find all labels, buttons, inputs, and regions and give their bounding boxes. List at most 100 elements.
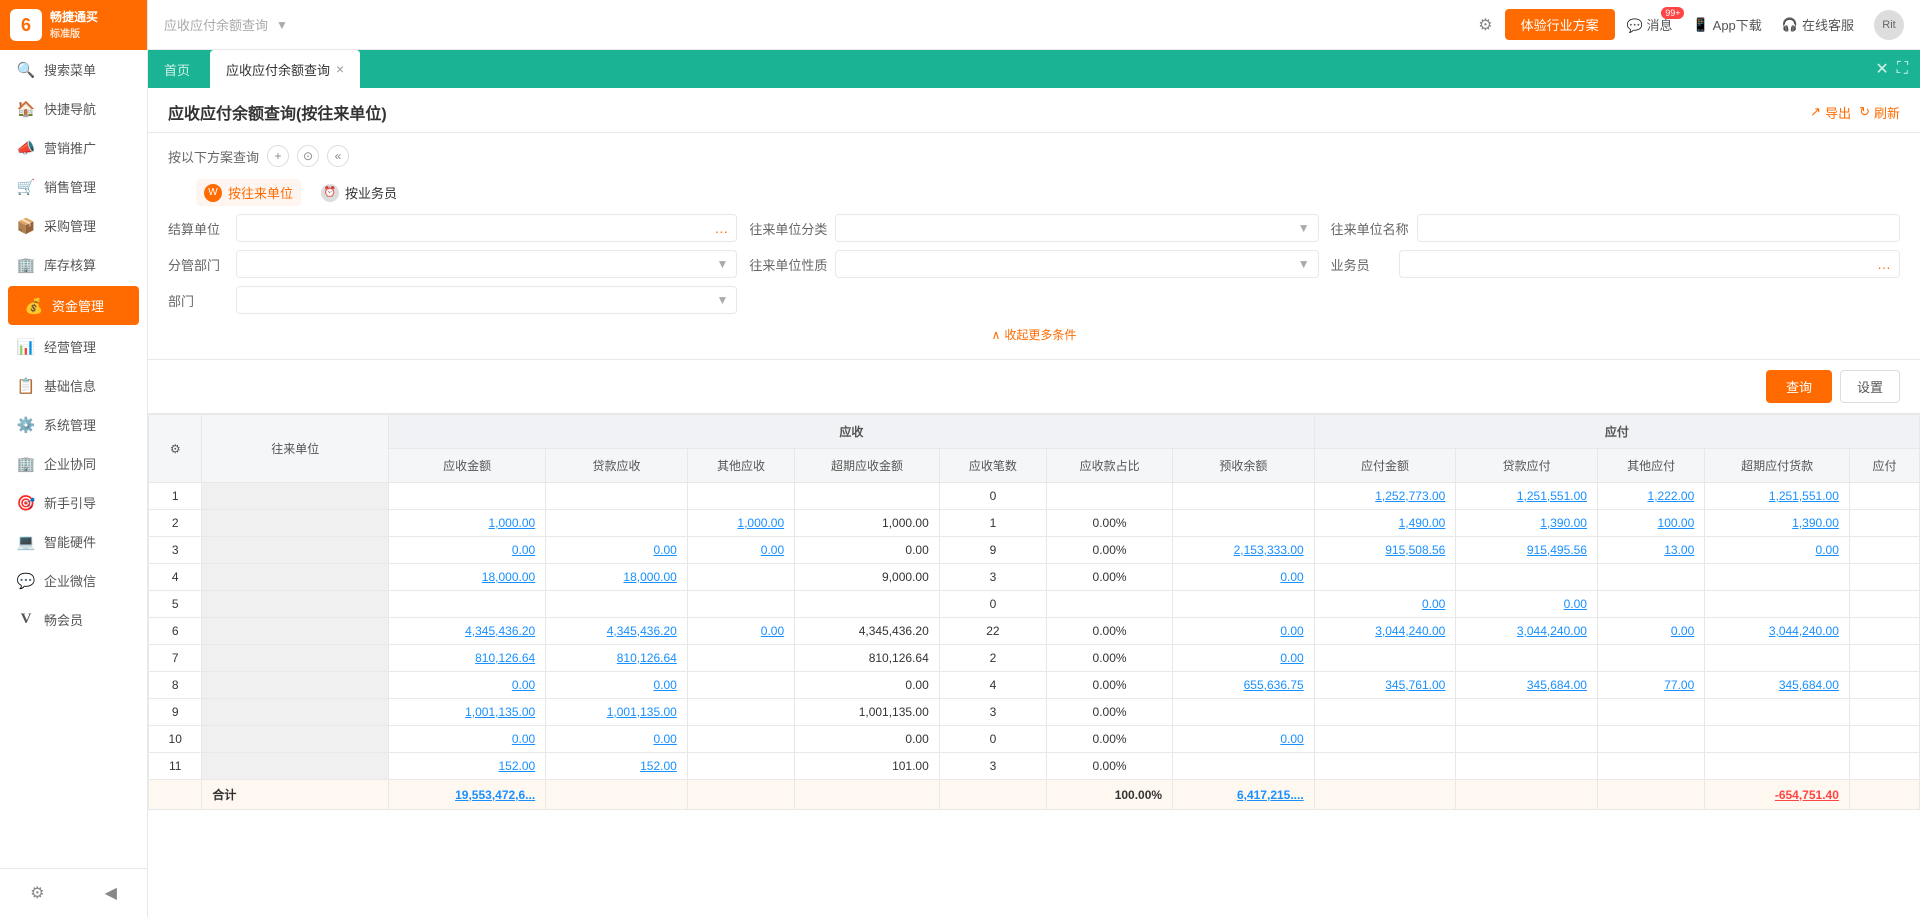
table-ar-group: 应收 (389, 415, 1315, 449)
collapse-icon: ∧ (992, 328, 1001, 342)
tab-bar: 首页 应收应付余额查询 × ✕ ⛶ (148, 50, 1920, 88)
promo-button[interactable]: 体验行业方案 (1505, 9, 1615, 40)
online-service-btn[interactable]: 🎧 在线客服 (1782, 15, 1854, 34)
col-ap-extra: 应付 (1849, 449, 1919, 483)
sidebar-bottom: ⚙ ◀ (0, 868, 147, 917)
header: 应收应付余额查询 ▼ ⚙ 体验行业方案 💬 消息 99+ 📱 App下载 🎧 在… (148, 0, 1920, 50)
export-button[interactable]: ↗ 导出 (1810, 103, 1851, 122)
dept-chevron-icon: ▼ (716, 257, 728, 271)
guide-icon: 🎯 (16, 494, 36, 512)
table-row: 2██████1,000.001,000.001,000.0010.00%1,4… (149, 510, 1920, 537)
sidebar-collapse-btn[interactable]: ◀ (97, 879, 125, 907)
subdept-chevron-icon: ▼ (716, 293, 728, 307)
sidebar-item-marketing[interactable]: 📣 营销推广 (0, 128, 147, 167)
notification-btn[interactable]: 💬 消息 99+ (1627, 15, 1673, 34)
table-total-row: 合计 19,553,472,6... 100.00% 6,417,215....… (149, 780, 1920, 810)
partner-category-input[interactable]: ▼ (835, 214, 1318, 242)
sidebar-item-quicknav[interactable]: 🏠 快捷导航 (0, 89, 147, 128)
settings-icon[interactable]: ⚙ (1478, 15, 1492, 35)
table-row: 1██████01,252,773.001,251,551.001,222.00… (149, 483, 1920, 510)
notification-badge: 99+ (1661, 7, 1684, 19)
table-row: 11██████152.00152.00101.0030.00% (149, 753, 1920, 780)
filter-config-btn[interactable]: ⊙ (297, 145, 319, 167)
col-ar-ratio: 应收款占比 (1047, 449, 1173, 483)
table-row: 7██████810,126.64810,126.64810,126.6420.… (149, 645, 1920, 672)
salesperson-dots-icon: … (1877, 256, 1891, 272)
filter-by-unit[interactable]: W 按往来单位 (196, 179, 301, 206)
home-icon: 🏠 (16, 100, 36, 118)
download-icon: 📱 (1692, 17, 1708, 33)
filter-by-staff[interactable]: ⏰ 按业务员 (313, 179, 405, 206)
filter-add-btn[interactable]: + (267, 145, 289, 167)
page-title: 应收应付余额查询(按往来单位) (168, 100, 387, 124)
sidebar-item-wechat[interactable]: 💬 企业微信 (0, 561, 147, 600)
sidebar-settings-btn[interactable]: ⚙ (22, 879, 52, 907)
sidebar-item-member[interactable]: V 畅会员 (0, 600, 147, 639)
maximize-icon[interactable]: ⛶ (1897, 60, 1908, 78)
query-button[interactable]: 查询 (1766, 370, 1832, 403)
refresh-button[interactable]: ↻ 刷新 (1859, 103, 1900, 122)
sidebar-item-guide[interactable]: 🎯 新手引导 (0, 483, 147, 522)
export-icon: ↗ (1810, 104, 1821, 120)
table-row: 10██████0.000.000.0000.00%0.00 (149, 726, 1920, 753)
page-actions: ↗ 导出 ↻ 刷新 (1810, 103, 1900, 122)
partner-nature-input[interactable]: ▼ (835, 250, 1318, 278)
table-ap-group: 应付 (1314, 415, 1919, 449)
sidebar-item-purchase[interactable]: 📦 采购管理 (0, 206, 147, 245)
sidebar-item-basic[interactable]: 📋 基础信息 (0, 366, 147, 405)
filter-field-dept: 分管部门 ▼ (168, 250, 737, 278)
filter-tabs: 按以下方案查询 + ⊙ « (168, 145, 1900, 167)
total-label: 合计 (202, 780, 389, 810)
collapse-filter-btn[interactable]: ∧ 收起更多条件 (168, 322, 1900, 347)
table-gear-header[interactable]: ⚙ (149, 415, 202, 483)
sidebar-item-inventory[interactable]: 🏢 库存核算 (0, 245, 147, 284)
search-icon: 🔍 (16, 61, 36, 79)
close-window-icon[interactable]: ✕ (1875, 59, 1888, 79)
app-download-btn[interactable]: 📱 App下载 (1692, 15, 1761, 34)
filter-field-subdept: 部门 ▼ (168, 286, 737, 314)
filter-field-partner-category: 往来单位分类 ▼ (749, 214, 1318, 242)
service-icon: 🎧 (1782, 17, 1798, 33)
setting-button[interactable]: 设置 (1840, 370, 1900, 403)
system-icon: ⚙️ (16, 416, 36, 434)
sidebar-item-finance[interactable]: 💰 资金管理 (8, 286, 139, 325)
sidebar-item-hardware[interactable]: 💻 智能硬件 (0, 522, 147, 561)
tab-bar-right: ✕ ⛶ (1875, 59, 1920, 79)
partner-name-input[interactable] (1417, 214, 1900, 242)
col-ap-loan: 贷款应付 (1456, 449, 1598, 483)
tab-arquery[interactable]: 应收应付余额查询 × (210, 50, 360, 88)
sidebar-item-system[interactable]: ⚙️ 系统管理 (0, 405, 147, 444)
col-ar-overdue: 超期应收金额 (795, 449, 940, 483)
notification-label: 💬 消息 (1627, 18, 1673, 33)
filter-row-1: 结算单位 … 往来单位分类 ▼ 往来单位名称 (168, 214, 1900, 242)
sidebar: 6 畅捷通买 标准版 🔍 搜索菜单 🏠 快捷导航 📣 营销推广 🛒 销售管理 📦… (0, 0, 148, 917)
filter-collapse-left-btn[interactable]: « (327, 145, 349, 167)
action-row: 查询 设置 (148, 360, 1920, 414)
tab-home[interactable]: 首页 (148, 50, 206, 88)
company-input[interactable]: … (236, 214, 737, 242)
hardware-icon: 💻 (16, 533, 36, 551)
subdept-input[interactable]: ▼ (236, 286, 737, 314)
filter-field-partner-name: 往来单位名称 (1331, 214, 1900, 242)
category-chevron-icon: ▼ (1298, 221, 1310, 235)
tab-close-icon[interactable]: × (336, 61, 344, 77)
col-ap-overdue: 超期应付货款 (1705, 449, 1850, 483)
dept-input[interactable]: ▼ (236, 250, 737, 278)
nature-chevron-icon: ▼ (1298, 257, 1310, 271)
sidebar-item-enterprise[interactable]: 🏢 企业协同 (0, 444, 147, 483)
sidebar-item-search[interactable]: 🔍 搜索菜单 (0, 50, 147, 89)
data-table-container: ⚙ 往来单位 应收 应付 应收金额 贷款应收 其他应收 超期应收金额 应收笔数 … (148, 414, 1920, 917)
col-ar-other: 其他应收 (687, 449, 794, 483)
sidebar-item-operation[interactable]: 📊 经营管理 (0, 327, 147, 366)
app-edition: 标准版 (50, 25, 98, 40)
header-right: 💬 消息 99+ 📱 App下载 🎧 在线客服 Rit (1627, 10, 1904, 40)
user-avatar[interactable]: Rit (1874, 10, 1904, 40)
sidebar-item-sales[interactable]: 🛒 销售管理 (0, 167, 147, 206)
table-row: 3██████0.000.000.000.0090.00%2,153,333.0… (149, 537, 1920, 564)
filter-field-partner-nature: 往来单位性质 ▼ (749, 250, 1318, 278)
col-ar-prepay: 预收余额 (1173, 449, 1315, 483)
breadcrumb-text: 应收应付余额查询 (164, 15, 268, 34)
salesperson-input[interactable]: … (1399, 250, 1900, 278)
app-logo: 6 畅捷通买 标准版 (0, 0, 147, 50)
operation-icon: 📊 (16, 338, 36, 356)
